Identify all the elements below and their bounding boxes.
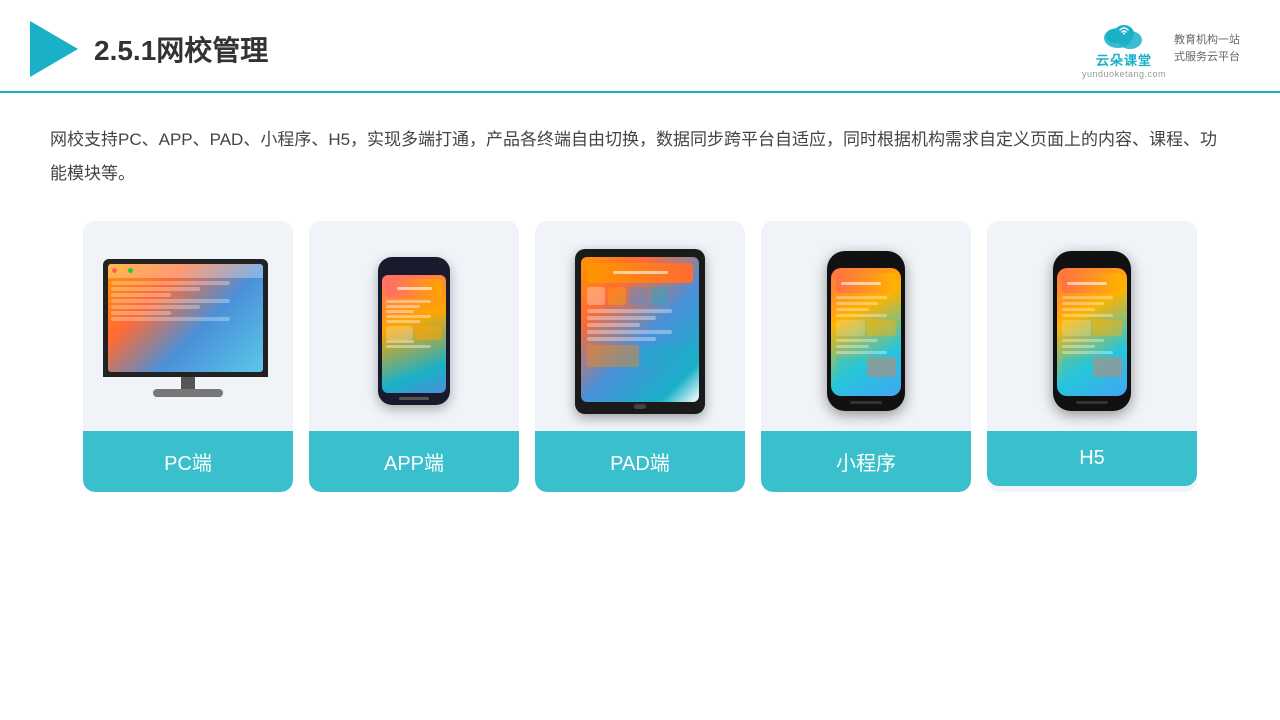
header-right: 云朵课堂 yunduoketang.com 教育机构一站 式服务云平台	[1082, 18, 1240, 79]
brand-slogan: 教育机构一站 式服务云平台	[1174, 32, 1240, 65]
tablet-icon	[575, 249, 705, 414]
card-pc-image	[83, 221, 293, 431]
card-pad-label: PAD端	[535, 431, 745, 492]
card-pc: PC端	[83, 221, 293, 492]
header-left: 2.5.1网校管理	[30, 21, 268, 77]
pc-monitor-icon	[103, 259, 273, 404]
phone-app-icon	[378, 257, 450, 405]
phone-miniapp-icon	[827, 251, 905, 411]
card-miniapp-image	[761, 221, 971, 431]
card-pc-label: PC端	[83, 431, 293, 492]
logo-triangle-icon	[30, 21, 78, 77]
phone-h5-icon	[1053, 251, 1131, 411]
card-h5-label: H5	[987, 431, 1197, 486]
card-miniapp: 小程序	[761, 221, 971, 492]
card-app-label: APP端	[309, 431, 519, 492]
card-app-image	[309, 221, 519, 431]
card-h5: H5	[987, 221, 1197, 492]
card-app: APP端	[309, 221, 519, 492]
brand-logo: 云朵课堂 yunduoketang.com 教育机构一站 式服务云平台	[1082, 18, 1240, 79]
description-text: 网校支持PC、APP、PAD、小程序、H5，实现多端打通，产品各终端自由切换，数…	[50, 123, 1230, 191]
header: 2.5.1网校管理 云朵课堂 yunduoketang.com	[0, 0, 1280, 93]
brand-url: yunduoketang.com	[1082, 69, 1166, 79]
card-pad: PAD端	[535, 221, 745, 492]
main-content: 网校支持PC、APP、PAD、小程序、H5，实现多端打通，产品各终端自由切换，数…	[0, 93, 1280, 512]
cloud-icon: 云朵课堂 yunduoketang.com	[1082, 18, 1166, 79]
card-h5-image	[987, 221, 1197, 431]
card-miniapp-label: 小程序	[761, 431, 971, 492]
cards-container: PC端	[50, 221, 1230, 492]
page-title: 2.5.1网校管理	[94, 29, 268, 69]
brand-name: 云朵课堂	[1096, 50, 1152, 69]
card-pad-image	[535, 221, 745, 431]
